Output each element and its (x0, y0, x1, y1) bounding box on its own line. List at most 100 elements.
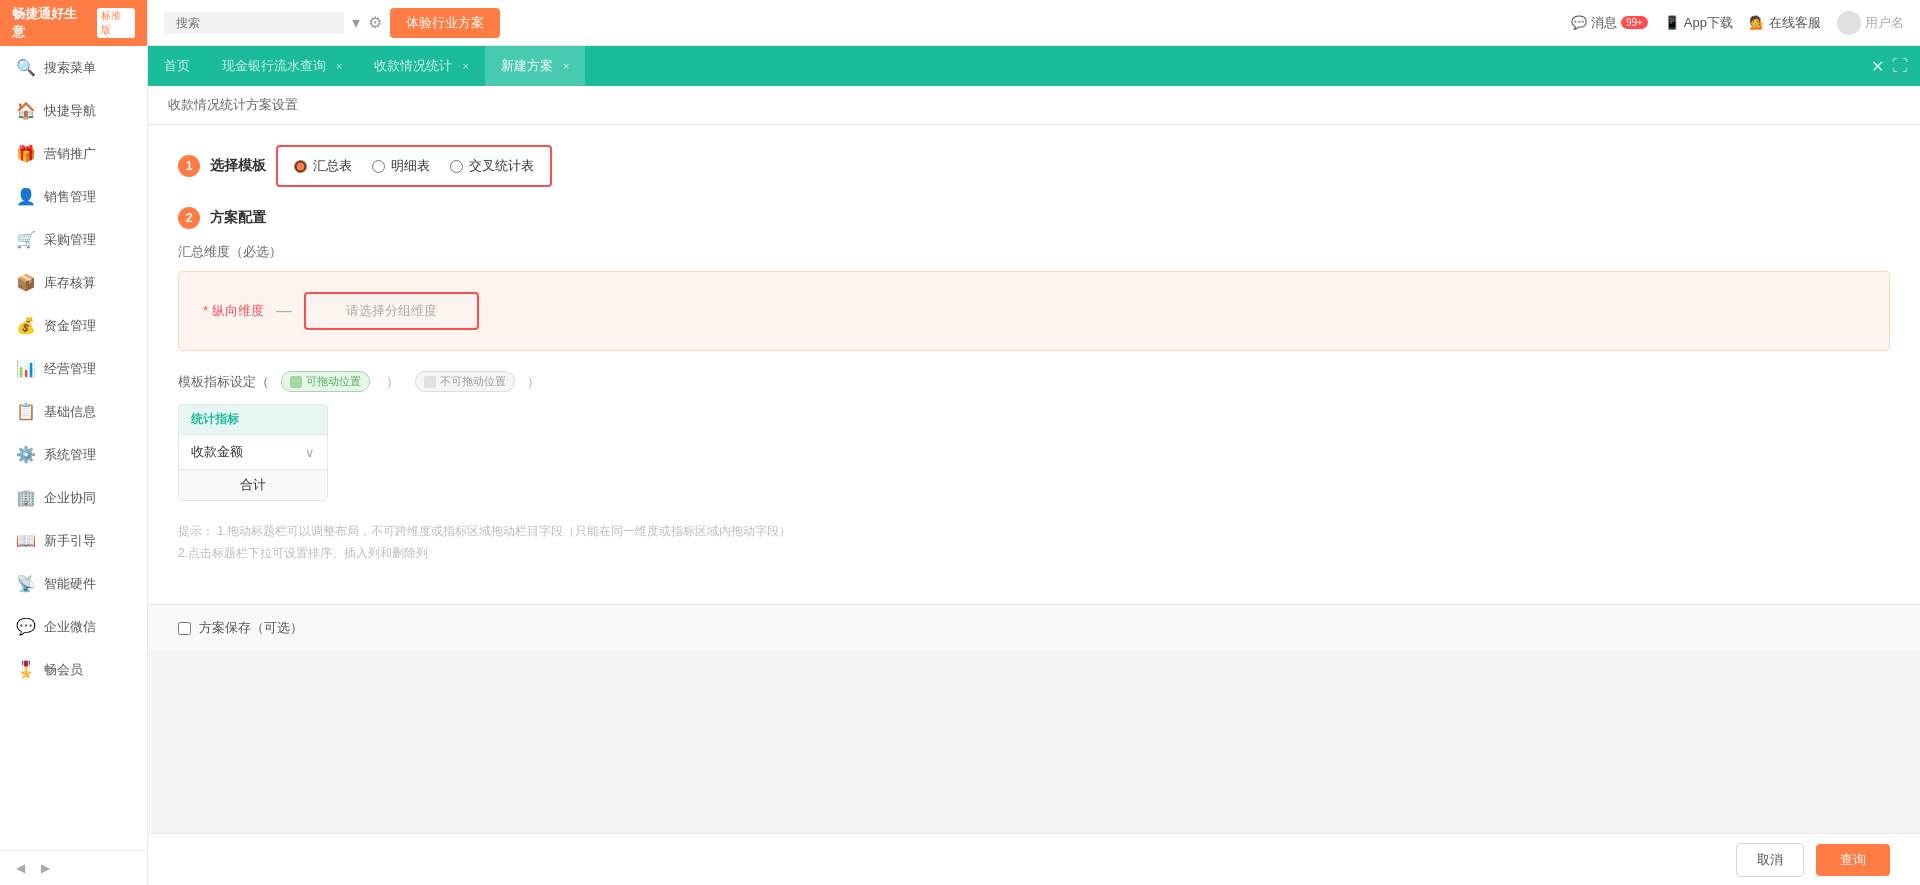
template-radio-cross[interactable] (450, 160, 463, 173)
sidebar-bottom-left[interactable]: ◀ (16, 861, 25, 875)
user-avatar (1837, 11, 1861, 35)
template-option-detail[interactable]: 明细表 (372, 157, 430, 175)
sidebar-icon-search-menu: 🔍 (16, 58, 36, 77)
sidebar-icon-operation: 📊 (16, 359, 36, 378)
draggable-badge: 可拖动位置 (281, 371, 370, 392)
sidebar-item-hardware[interactable]: 📡智能硬件 (0, 562, 147, 605)
sidebar-item-guide[interactable]: 📖新手引导 (0, 519, 147, 562)
sidebar-icon-member: 🎖️ (16, 660, 36, 679)
tab-close-new-plan[interactable]: × (563, 60, 569, 72)
tab-bank-flow[interactable]: 现金银行流水查询 × (206, 46, 358, 86)
metrics-label: 模板指标设定（ (178, 373, 269, 391)
dropdown-icon[interactable]: ▾ (352, 13, 360, 32)
save-label: 方案保存（可选） (199, 619, 303, 637)
tab-label-home: 首页 (164, 57, 190, 75)
sidebar-logo: 畅捷通好生意 标准版 (0, 0, 147, 46)
app-label: App下载 (1684, 14, 1733, 32)
dimension-select-button[interactable]: 请选择分组维度 (304, 292, 479, 330)
sidebar-label-enterprise: 企业协同 (44, 489, 96, 507)
sidebar-icon-purchase: 🛒 (16, 230, 36, 249)
sidebar-item-wechat[interactable]: 💬企业微信 (0, 605, 147, 648)
query-button[interactable]: 查询 (1816, 844, 1890, 876)
sidebar-icon-guide: 📖 (16, 531, 36, 550)
sidebar-bottom: ◀ ▶ (0, 850, 147, 885)
sidebar-label-system: 系统管理 (44, 446, 96, 464)
tab-close-bank-flow[interactable]: × (336, 60, 342, 72)
sidebar-item-enterprise[interactable]: 🏢 企业协同 (0, 476, 147, 519)
sidebar-icon-sales: 👤 (16, 187, 36, 206)
save-checkbox[interactable] (178, 622, 191, 635)
breadcrumb: 收款情况统计方案设置 (148, 86, 1920, 125)
tip-text: 提示： 1.拖动标题栏可以调整布局，不可跨维度或指标区域拖动栏目字段（只能在同一… (178, 521, 1890, 543)
metrics-table-cell[interactable]: 收款金额 ∨ (179, 435, 327, 469)
step1-title: 1 选择模板 汇总表明细表交叉统计表 (178, 145, 1890, 187)
close-window-button[interactable]: ✕ (1871, 57, 1884, 76)
sidebar-item-sales[interactable]: 👤 销售管理 (0, 175, 147, 218)
topbar-left: ▾ ⚙ 体验行业方案 (164, 8, 500, 38)
search-input[interactable] (164, 12, 344, 34)
template-option-cross[interactable]: 交叉统计表 (450, 157, 534, 175)
badge-separator: ） (386, 373, 399, 391)
online-support-item[interactable]: 💁 在线客服 (1749, 14, 1821, 32)
sidebar-item-basic-info[interactable]: 📋基础信息 (0, 390, 147, 433)
sidebar-item-operation[interactable]: 📊经营管理 (0, 347, 147, 390)
form-container: 1 选择模板 汇总表明细表交叉统计表 2 方案配置 汇总维度（必选） * 纵向维… (148, 125, 1920, 604)
dimension-label: 汇总维度（必选） (178, 243, 1890, 261)
message-icon: 💬 (1571, 15, 1587, 30)
user-item[interactable]: 用户名 (1837, 11, 1904, 35)
tab-collection-stats[interactable]: 收款情况统计× (358, 46, 484, 86)
sidebar-item-member[interactable]: 🎖️ 畅会员 (0, 648, 147, 691)
message-item[interactable]: 💬 消息 99+ (1571, 14, 1648, 32)
tab-close-collection-stats[interactable]: × (462, 60, 468, 72)
metrics-dropdown-icon[interactable]: ∨ (305, 445, 315, 460)
sidebar-icon-basic-info: 📋 (16, 402, 36, 421)
dimension-row: * 纵向维度 — 请选择分组维度 (203, 292, 1865, 330)
sidebar-item-inventory[interactable]: 📦 库存核算 (0, 261, 147, 304)
app-icon: 📱 (1664, 15, 1680, 30)
sidebar-label-member: 畅会员 (44, 661, 83, 679)
fullscreen-button[interactable]: ⛶ (1892, 57, 1908, 75)
tab-new-plan[interactable]: 新建方案× (485, 46, 585, 86)
sidebar-label-quick-nav: 快捷导航 (44, 102, 96, 120)
template-option-summary[interactable]: 汇总表 (294, 157, 352, 175)
sidebar-label-inventory: 库存核算 (44, 274, 96, 292)
user-name: 用户名 (1865, 14, 1904, 32)
message-label: 消息 (1591, 14, 1617, 32)
sidebar-icon-enterprise: 🏢 (16, 488, 36, 507)
tabs-bar: 首页现金银行流水查询×收款情况统计×新建方案×✕⛶ (148, 46, 1920, 86)
sidebar-label-sales: 销售管理 (44, 188, 96, 206)
tabs-right-buttons: ✕⛶ (1859, 57, 1920, 76)
message-badge: 99+ (1621, 16, 1648, 29)
settings-icon[interactable]: ⚙ (368, 13, 382, 32)
industry-plan-button[interactable]: 体验行业方案 (390, 8, 500, 38)
topbar: ▾ ⚙ 体验行业方案 💬 消息 99+ 📱 App下载 💁 在线客服 用户名 (148, 0, 1920, 46)
app-download-item[interactable]: 📱 App下载 (1664, 14, 1733, 32)
template-select-group: 汇总表 明细表 交叉统计表 (276, 145, 552, 187)
sidebar-item-finance[interactable]: 💰资金管理 (0, 304, 147, 347)
template-radio-detail[interactable] (372, 160, 385, 173)
sidebar-item-marketing[interactable]: 🎁营销推广 (0, 132, 147, 175)
step2-label: 方案配置 (210, 209, 266, 227)
tip-section: 提示： 1.拖动标题栏可以调整布局，不可跨维度或指标区域拖动栏目字段（只能在同一… (178, 521, 1890, 564)
sidebar-item-quick-nav[interactable]: 🏠快捷导航 (0, 89, 147, 132)
sidebar-item-purchase[interactable]: 🛒采购管理 (0, 218, 147, 261)
step2-title: 2 方案配置 (178, 207, 1890, 229)
tab-label-bank-flow: 现金银行流水查询 (222, 57, 326, 75)
sidebar-bottom-right[interactable]: ▶ (41, 861, 50, 875)
tab-home[interactable]: 首页 (148, 46, 206, 86)
template-radio-summary[interactable] (294, 160, 307, 173)
sidebar-item-system[interactable]: ⚙️系统管理 (0, 433, 147, 476)
sidebar-item-search-menu[interactable]: 🔍搜索菜单 (0, 46, 147, 89)
sidebar: 畅捷通好生意 标准版 🔍搜索菜单🏠快捷导航🎁营销推广 👤 销售管理 🛒采购管理 📦 库存核… (0, 0, 148, 885)
sidebar-icon-finance: 💰 (16, 316, 36, 335)
support-label: 在线客服 (1769, 14, 1821, 32)
save-section: 方案保存（可选） (148, 604, 1920, 651)
topbar-right: 💬 消息 99+ 📱 App下载 💁 在线客服 用户名 (1571, 11, 1904, 35)
arrow-icon: — (276, 302, 292, 320)
dimension-area: * 纵向维度 — 请选择分组维度 (178, 271, 1890, 351)
cancel-button[interactable]: 取消 (1736, 843, 1804, 877)
metrics-section: 模板指标设定（ 可拖动位置 ） 不可拖动位置 ） (178, 371, 1890, 501)
metrics-table: 统计指标 收款金额 ∨ 合计 (178, 404, 328, 501)
step1-section: 1 选择模板 汇总表明细表交叉统计表 (178, 145, 1890, 187)
sidebar-icon-inventory: 📦 (16, 273, 36, 292)
